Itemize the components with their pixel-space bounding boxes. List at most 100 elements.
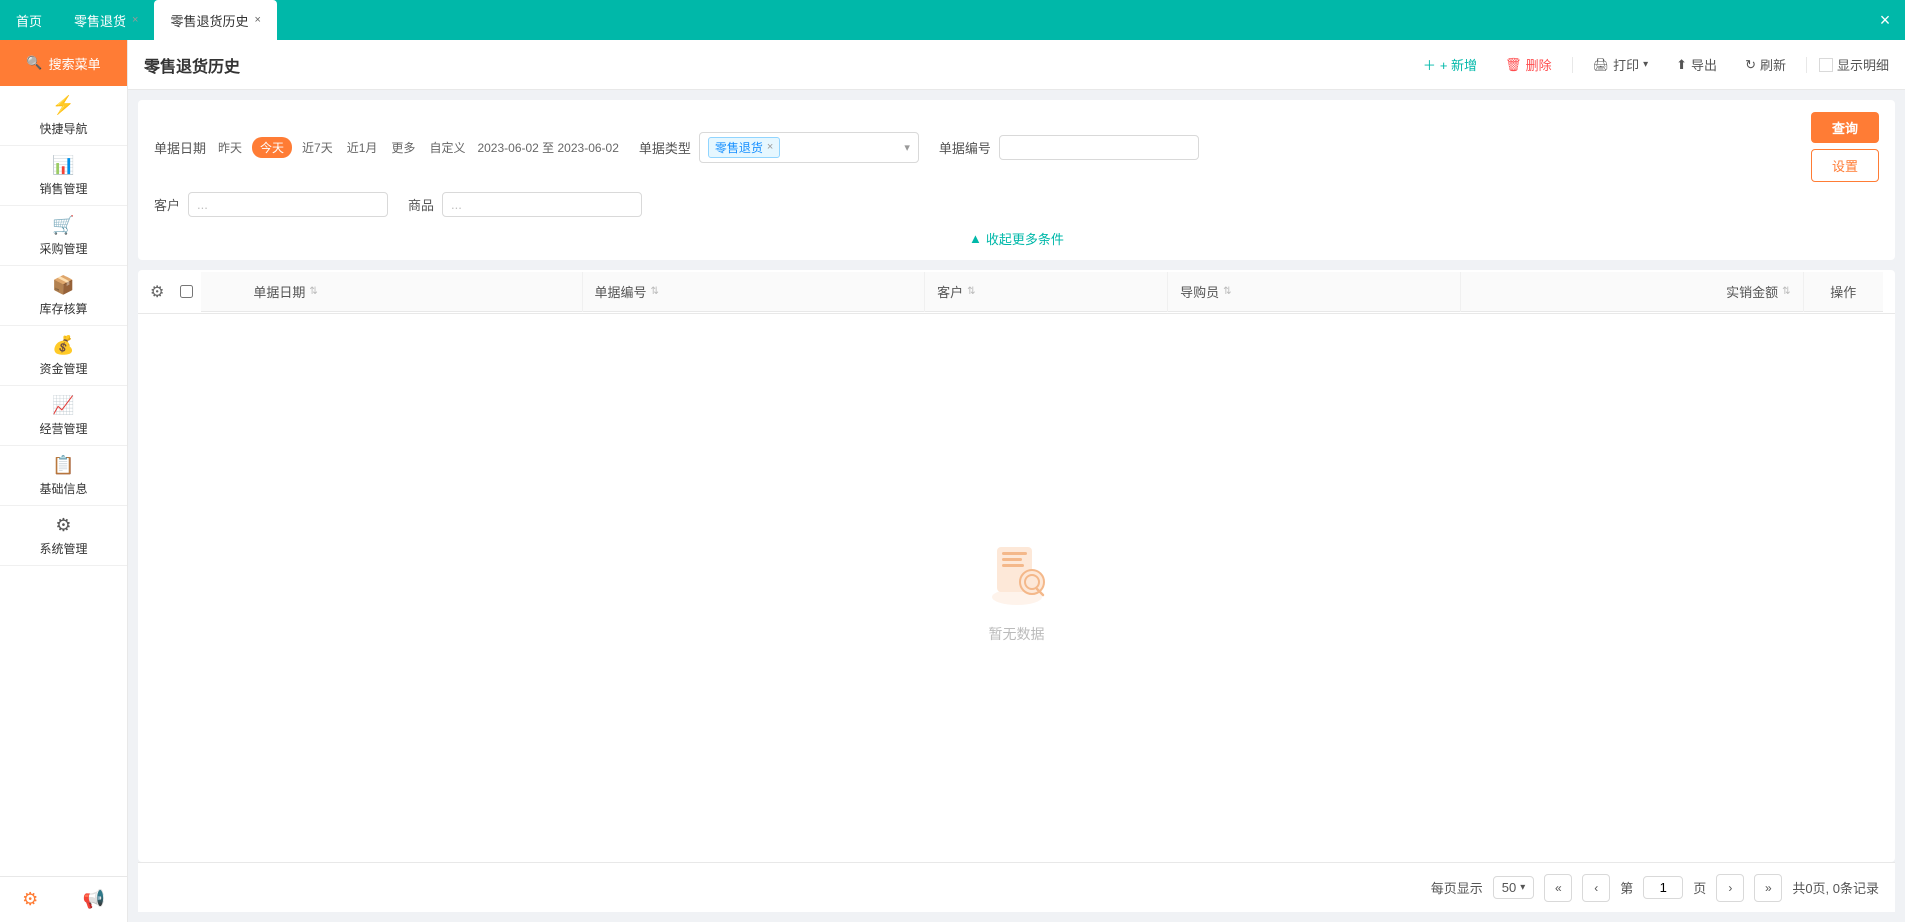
- page-number-input[interactable]: [1643, 876, 1683, 899]
- goods-ellipsis: ...: [451, 197, 462, 212]
- sidebar-item-purchase-mgmt[interactable]: 🛒 采购管理: [0, 206, 127, 266]
- th-no[interactable]: 单据编号 ⇅: [582, 272, 925, 312]
- page-suffix: 页: [1693, 878, 1706, 897]
- tab-home[interactable]: 首页: [0, 0, 58, 40]
- sidebar: 🔍 搜索菜单 ⚡ 快捷导航 📊 销售管理 🛒 采购管理 📦 库存核算 💰 资金管…: [0, 40, 128, 922]
- sort-amount-icon: ⇅: [1782, 286, 1790, 297]
- refresh-label: 刷新: [1760, 55, 1786, 74]
- sidebar-item-sys-mgmt[interactable]: ⚙ 系统管理: [0, 506, 127, 566]
- sidebar-item-basic-info[interactable]: 📋 基础信息: [0, 446, 127, 506]
- refresh-icon: ↻: [1745, 57, 1756, 73]
- sidebar-item-quick-nav[interactable]: ⚡ 快捷导航: [0, 86, 127, 146]
- settings-button[interactable]: 设置: [1811, 149, 1879, 182]
- inventory-icon: 📦: [52, 275, 74, 296]
- refresh-button[interactable]: ↻ 刷新: [1737, 51, 1794, 78]
- sidebar-item-inventory[interactable]: 📦 库存核算: [0, 266, 127, 326]
- date-opt-7days[interactable]: 近7天: [298, 137, 337, 158]
- sort-customer-icon: ⇅: [967, 286, 975, 297]
- header-actions: ＋ + 新增 🗑 删除 🖨 打印 ▾ ⬆ 导出 ↻: [1415, 51, 1889, 78]
- filter-row-1: 单据日期 昨天 今天 近7天 近1月 更多 自定义 2023-06-02 至 2…: [154, 112, 1879, 182]
- sidebar-bottom: ⚙ 📢: [0, 876, 127, 922]
- window-close-button[interactable]: ×: [1865, 0, 1905, 40]
- date-options: 昨天 今天 近7天 近1月 更多 自定义: [214, 137, 469, 158]
- sidebar-item-ops-mgmt-label: 经营管理: [39, 420, 87, 437]
- th-amount[interactable]: 实销金额 ⇅: [1460, 272, 1803, 312]
- select-all-checkbox[interactable]: [180, 285, 193, 298]
- new-button[interactable]: ＋ + 新增: [1415, 51, 1485, 78]
- goods-label: 商品: [408, 195, 434, 214]
- th-customer[interactable]: 客户 ⇅: [925, 272, 1168, 312]
- sort-no-icon: ⇅: [651, 286, 659, 297]
- query-button[interactable]: 查询: [1811, 112, 1879, 143]
- last-page-button[interactable]: »: [1754, 874, 1782, 902]
- new-label: + 新增: [1440, 55, 1477, 74]
- export-icon: ⬆: [1676, 57, 1687, 73]
- tab-retail-return-history-label: 零售退货历史: [170, 11, 248, 30]
- delete-label: 删除: [1526, 55, 1552, 74]
- customer-select[interactable]: ...: [188, 192, 388, 217]
- customer-ellipsis: ...: [197, 197, 208, 212]
- prev-page-button[interactable]: ‹: [1582, 874, 1610, 902]
- tab-retail-return-close[interactable]: ×: [132, 14, 138, 26]
- sidebar-item-quick-nav-label: 快捷导航: [39, 120, 87, 137]
- print-icon: 🖨: [1593, 57, 1610, 73]
- filter-date: 单据日期 昨天 今天 近7天 近1月 更多 自定义 2023-06-02 至 2…: [154, 137, 619, 158]
- sidebar-item-sys-mgmt-label: 系统管理: [39, 540, 87, 557]
- sidebar-search[interactable]: 🔍 搜索菜单: [0, 40, 127, 86]
- collapse-filter-button[interactable]: ▲ 收起更多条件: [969, 229, 1064, 248]
- doc-no-input[interactable]: [999, 135, 1199, 160]
- print-label: 打印: [1613, 55, 1639, 74]
- doc-type-tag-close[interactable]: ×: [767, 141, 773, 153]
- tab-retail-return[interactable]: 零售退货 ×: [58, 0, 154, 40]
- customer-label: 客户: [154, 195, 180, 214]
- basic-info-icon: 📋: [52, 455, 74, 476]
- go-label: 第: [1620, 878, 1633, 897]
- sidebar-search-label: 搜索菜单: [49, 54, 101, 73]
- purchase-mgmt-icon: 🛒: [52, 215, 74, 236]
- tab-retail-return-history[interactable]: 零售退货历史 ×: [154, 0, 276, 40]
- goods-select[interactable]: ...: [442, 192, 642, 217]
- date-opt-1month[interactable]: 近1月: [343, 137, 382, 158]
- delete-button[interactable]: 🗑 删除: [1497, 51, 1560, 78]
- filter-goods: 商品 ...: [408, 192, 642, 217]
- top-tab-bar: 首页 零售退货 × 零售退货历史 × ×: [0, 0, 1905, 40]
- total-label: 共0页, 0条记录: [1792, 878, 1879, 897]
- first-page-button[interactable]: «: [1544, 874, 1572, 902]
- print-chevron-icon: ▾: [1643, 59, 1648, 70]
- sidebar-item-ops-mgmt[interactable]: 📈 经营管理: [0, 386, 127, 446]
- print-button[interactable]: 🖨 打印 ▾: [1585, 51, 1657, 78]
- show-detail-label: 显示明细: [1837, 55, 1889, 74]
- date-opt-yesterday[interactable]: 昨天: [214, 137, 246, 158]
- th-date[interactable]: 单据日期 ⇅: [241, 272, 582, 312]
- page-size-select[interactable]: 50 ▾: [1493, 876, 1535, 899]
- export-button[interactable]: ⬆ 导出: [1668, 51, 1725, 78]
- next-page-button[interactable]: ›: [1716, 874, 1744, 902]
- empty-state: 暂无数据: [138, 314, 1895, 862]
- empty-state-label: 暂无数据: [989, 624, 1045, 644]
- collapse-label: 收起更多条件: [986, 229, 1064, 248]
- delete-icon: 🗑: [1505, 57, 1522, 73]
- th-guide[interactable]: 导购员 ⇅: [1168, 272, 1461, 312]
- date-opt-more[interactable]: 更多: [387, 137, 419, 158]
- search-icon: 🔍: [26, 55, 42, 71]
- table-toolbar: ⚙ 单据日期 ⇅: [138, 270, 1895, 314]
- date-opt-custom[interactable]: 自定义: [425, 137, 469, 158]
- show-detail-checkbox[interactable]: [1819, 58, 1833, 72]
- collapse-icon: ▲: [969, 231, 982, 246]
- doc-type-select[interactable]: 零售退货 × ▾: [699, 132, 919, 163]
- sort-guide-icon: ⇅: [1223, 286, 1231, 297]
- table-settings-icon[interactable]: ⚙: [150, 282, 164, 302]
- sidebar-item-sales-mgmt[interactable]: 📊 销售管理: [0, 146, 127, 206]
- sidebar-settings-button[interactable]: ⚙: [22, 889, 38, 910]
- content-area: 零售退货历史 ＋ + 新增 🗑 删除 🖨 打印 ▾ ⬆ 导: [128, 40, 1905, 922]
- show-detail-toggle[interactable]: 显示明细: [1819, 55, 1889, 74]
- finance-icon: 💰: [52, 335, 74, 356]
- date-opt-today[interactable]: 今天: [252, 137, 292, 158]
- sidebar-item-finance[interactable]: 💰 资金管理: [0, 326, 127, 386]
- sidebar-speaker-button[interactable]: 📢: [82, 889, 104, 910]
- page-header: 零售退货历史 ＋ + 新增 🗑 删除 🖨 打印 ▾ ⬆ 导: [128, 40, 1905, 90]
- sidebar-item-finance-label: 资金管理: [39, 360, 87, 377]
- sidebar-item-sales-mgmt-label: 销售管理: [39, 180, 87, 197]
- divider2: [1806, 57, 1807, 73]
- tab-retail-return-history-close[interactable]: ×: [254, 14, 260, 26]
